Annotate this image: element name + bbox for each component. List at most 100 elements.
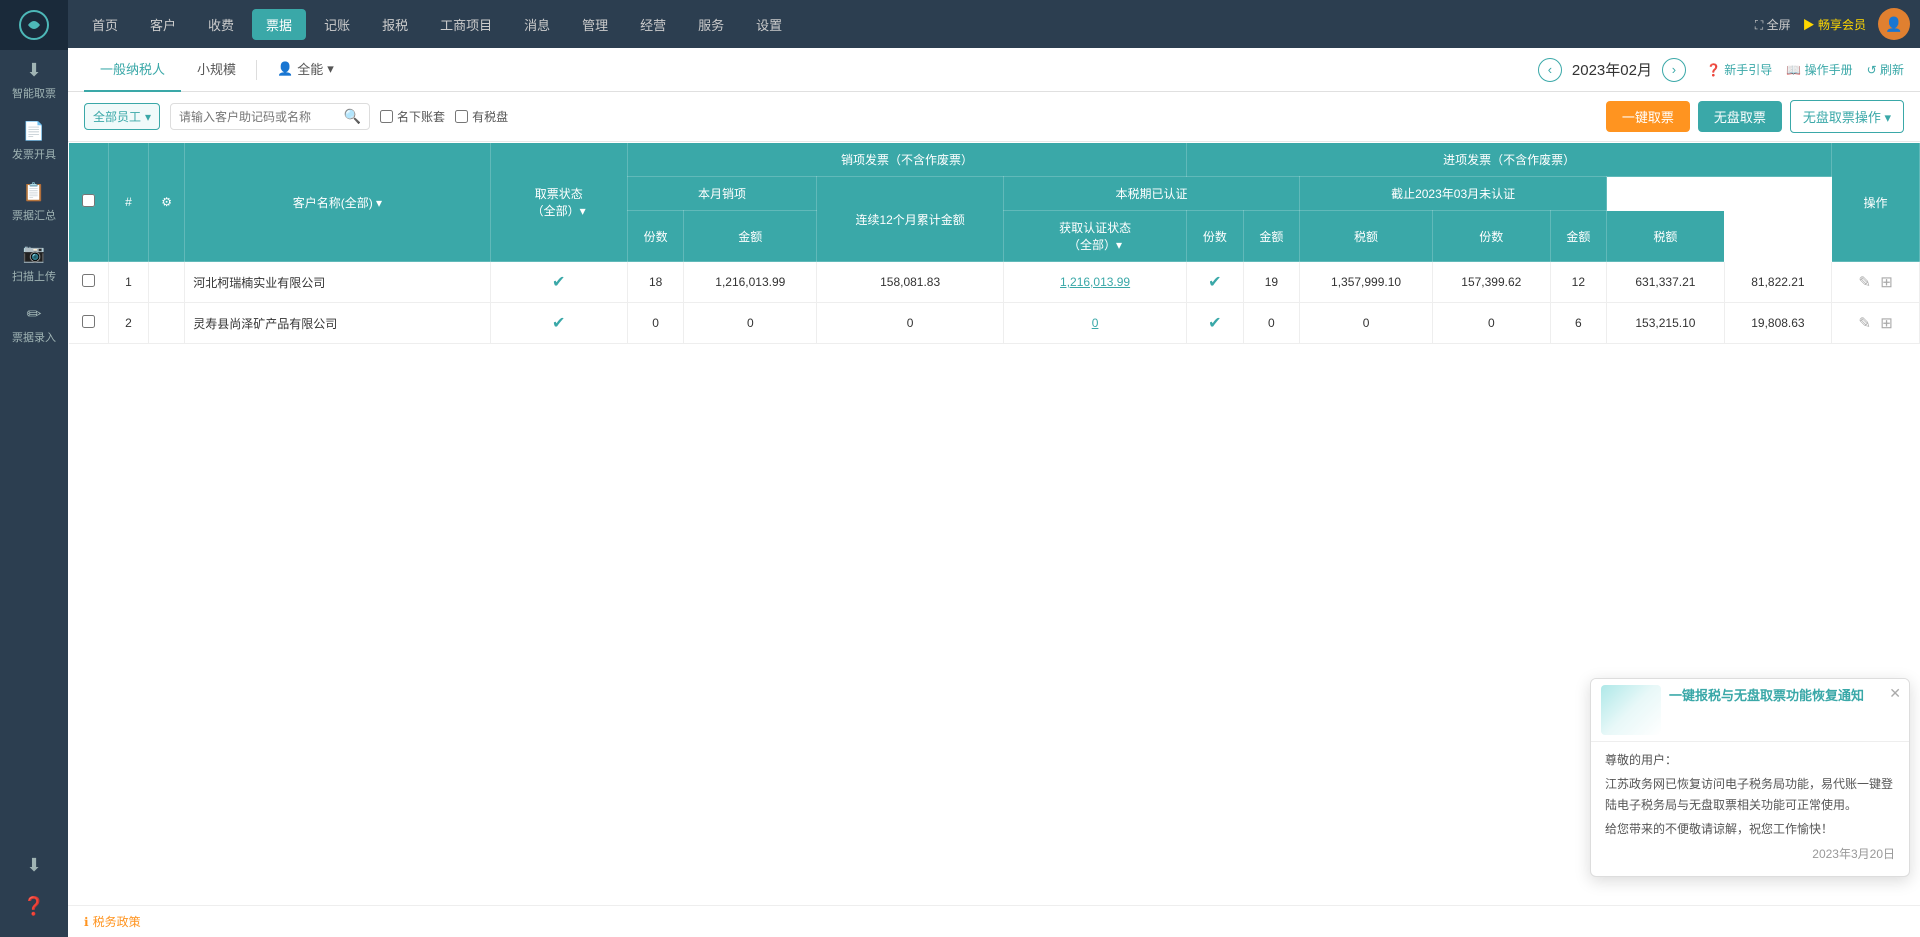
row-checkbox[interactable] [82, 274, 95, 287]
row-u-amount: 153,215.10 [1607, 303, 1725, 344]
row-u-count: 6 [1550, 303, 1606, 344]
row-num: 2 [109, 303, 149, 344]
avatar[interactable]: 👤 [1878, 8, 1910, 40]
nav-invoice[interactable]: 票据 [252, 9, 306, 40]
one-click-fetch-btn[interactable]: 一键取票 [1606, 101, 1690, 132]
invoice-open-icon: 📄 [23, 121, 45, 142]
edit-icon[interactable]: ✎ [1858, 274, 1871, 291]
row-num: 1 [109, 262, 149, 303]
tax-policy-icon: ℹ [84, 915, 89, 929]
notif-header: 一键报税与无盘取票功能恢复通知 [1591, 679, 1909, 742]
next-month-btn[interactable]: › [1662, 58, 1686, 82]
nav-business[interactable]: 工商项目 [426, 9, 506, 40]
table-row: 2 灵寿县尚泽矿产品有限公司 ✔ 0 0 0 0 ✔ 0 0 0 6 153,2… [69, 303, 1920, 344]
row-s-count: 0 [627, 303, 683, 344]
smart-fetch-icon: ⬇ [26, 60, 41, 81]
no-disk-fetch-btn[interactable]: 无盘取票 [1698, 101, 1782, 132]
member-btn[interactable]: ▶ 畅享会员 [1803, 16, 1866, 33]
sidebar-item-invoice-open[interactable]: 📄 发票开具 [0, 111, 68, 172]
tab-general[interactable]: 一般纳税人 [84, 48, 181, 92]
th-checkbox [69, 143, 109, 262]
row-p-count: 0 [1243, 303, 1299, 344]
notif-close-btn[interactable]: ✕ [1889, 685, 1901, 702]
row-actions: ✎ ⊞ [1832, 262, 1920, 303]
nav-home[interactable]: 首页 [78, 9, 132, 40]
notif-date: 2023年3月20日 [1605, 844, 1895, 864]
topnav-right: ⛶ 全屏 ▶ 畅享会员 👤 [1755, 8, 1910, 40]
edit-icon[interactable]: ✎ [1858, 315, 1871, 332]
sidebar-item-help[interactable]: ❓ [0, 886, 68, 927]
row-check[interactable] [69, 303, 109, 344]
row-cumulative[interactable]: 1,216,013.99 [1004, 262, 1187, 303]
th-cumulative: 连续12个月累计金额 [817, 177, 1004, 262]
prev-month-btn[interactable]: ‹ [1538, 58, 1562, 82]
row-cumulative[interactable]: 0 [1004, 303, 1187, 344]
th-cert-status[interactable]: 获取认证状态（全部）▾ [1004, 211, 1187, 262]
row-u-count: 12 [1550, 262, 1606, 303]
person-icon: 👤 [277, 61, 293, 77]
copy-icon[interactable]: ⊞ [1880, 274, 1893, 291]
notif-body: 尊敬的用户： 江苏政务网已恢复访问电子税务局功能，易代账一键登陆电子税务局与无盘… [1591, 742, 1909, 876]
nav-settings[interactable]: 设置 [742, 9, 796, 40]
copy-icon[interactable]: ⊞ [1880, 315, 1893, 332]
sidebar-item-data-entry[interactable]: ✏ 票据录入 [0, 294, 68, 355]
nav-tax[interactable]: 报税 [368, 9, 422, 40]
tab-actions: ❓ 新手引导 📖 操作手册 ↺ 刷新 [1706, 61, 1904, 78]
invoice-table: # ⚙ 客户名称(全部) ▾ 取票状态（全部）▾ 销项发票（不含作废票） 进项发… [68, 142, 1920, 344]
nav-accounting[interactable]: 记账 [310, 9, 364, 40]
checkbox-tax-disk-input[interactable] [455, 110, 468, 123]
search-icon[interactable]: 🔍 [344, 108, 361, 125]
th-period-cert: 本税期已认证 [1004, 177, 1300, 211]
checkbox-tax-disk[interactable]: 有税盘 [455, 108, 508, 125]
notif-decoration [1601, 685, 1661, 735]
nav-management[interactable]: 管理 [568, 9, 622, 40]
new-guide-link[interactable]: ❓ 新手引导 [1706, 61, 1772, 78]
th-u-count: 份数 [1433, 211, 1551, 262]
nav-billing[interactable]: 收费 [194, 9, 248, 40]
th-cust-name[interactable]: 客户名称(全部) ▾ [185, 143, 490, 262]
th-num: # [109, 143, 149, 262]
help-icon: ❓ [23, 896, 45, 917]
nav-customer[interactable]: 客户 [136, 9, 190, 40]
fullscreen-btn[interactable]: ⛶ 全屏 [1755, 16, 1791, 33]
invoice-summary-icon: 📋 [23, 182, 45, 203]
notif-footer: 给您带来的不便敬请谅解，祝您工作愉快！ [1605, 819, 1895, 839]
toolbar-right: 一键取票 无盘取票 无盘取票操作 ▾ [1606, 100, 1904, 133]
th-fetch-status[interactable]: 取票状态（全部）▾ [490, 143, 627, 262]
guide-icon: ❓ [1706, 63, 1721, 77]
data-entry-icon: ✏ [26, 304, 41, 325]
employee-select[interactable]: 全部员工 ▾ [84, 103, 160, 130]
manual-link[interactable]: 📖 操作手册 [1786, 61, 1852, 78]
row-checkbox[interactable] [82, 315, 95, 328]
nav-message[interactable]: 消息 [510, 9, 564, 40]
search-input[interactable] [179, 110, 344, 124]
refresh-link[interactable]: ↺ 刷新 [1867, 61, 1904, 78]
sidebar-bottom: ⬇ ❓ [0, 845, 68, 937]
download-icon: ⬇ [26, 855, 41, 876]
search-input-wrap: 🔍 [170, 103, 370, 130]
toolbar: 全部员工 ▾ 🔍 名下账套 有税盘 一键取票 无盘取票 无盘取票操作 ▾ [68, 92, 1920, 142]
tab-small[interactable]: 小规模 [181, 48, 252, 92]
sidebar-item-download[interactable]: ⬇ [0, 845, 68, 886]
row-s-amount: 1,216,013.99 [684, 262, 817, 303]
sidebar-item-smart-fetch[interactable]: ⬇ 智能取票 [0, 50, 68, 111]
checkbox-name-account-input[interactable] [380, 110, 393, 123]
th-u-amount: 金额 [1550, 211, 1606, 262]
tax-policy-link[interactable]: 税务政策 [93, 913, 141, 930]
tab-all[interactable]: 👤 全能 ▾ [261, 48, 350, 92]
row-cust-name: 河北柯瑞楠实业有限公司 [185, 262, 490, 303]
sidebar-logo [0, 0, 68, 50]
nav-operation[interactable]: 经营 [626, 9, 680, 40]
th-p-tax: 税额 [1300, 211, 1433, 262]
sidebar-item-scan-upload[interactable]: 📷 扫描上传 [0, 233, 68, 294]
checkbox-name-account[interactable]: 名下账套 [380, 108, 445, 125]
nav-service[interactable]: 服务 [684, 9, 738, 40]
select-all-checkbox[interactable] [82, 194, 95, 207]
th-month-sales: 本月销项 [627, 177, 816, 211]
no-disk-ops-btn[interactable]: 无盘取票操作 ▾ [1790, 100, 1904, 133]
sidebar-item-invoice-summary[interactable]: 📋 票据汇总 [0, 172, 68, 233]
chevron-down-icon: ▾ [327, 61, 334, 77]
th-s-amount: 金额 [684, 211, 817, 262]
row-check[interactable] [69, 262, 109, 303]
chevron-down-icon: ▾ [145, 110, 151, 124]
